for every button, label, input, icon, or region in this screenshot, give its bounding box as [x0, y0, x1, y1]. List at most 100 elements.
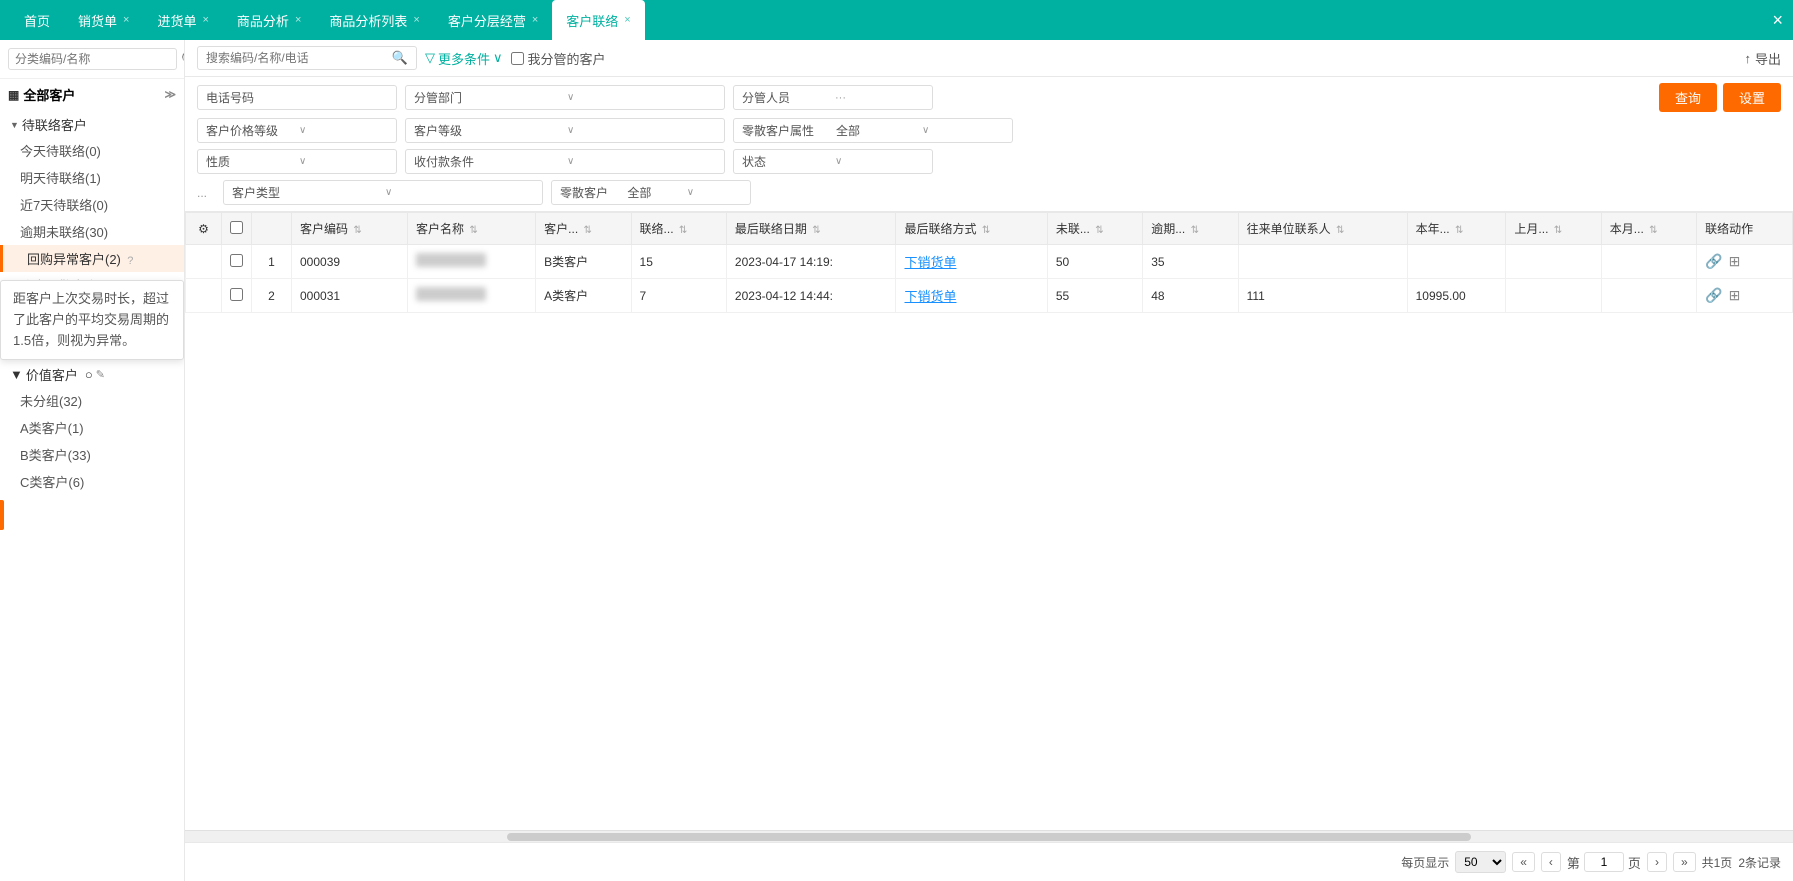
col-checkbox[interactable] [222, 213, 252, 245]
person-field[interactable]: 分管人员 ··· [733, 85, 933, 110]
row-last-month [1506, 279, 1601, 313]
per-page-select[interactable]: 50 20 100 [1455, 851, 1506, 873]
sidebar-all-customers[interactable]: ▦ 全部客户 ≫ [0, 79, 184, 110]
export-button[interactable]: ↑ 导出 [1744, 49, 1781, 68]
nav-home[interactable]: 首页 [10, 0, 64, 40]
gender-field[interactable]: 性质 ∨ [197, 149, 397, 174]
sidebar-search-button[interactable]: 🔍 [181, 51, 185, 68]
row-checkbox[interactable] [230, 254, 243, 267]
row-last-contact-method[interactable]: 下销货单 [896, 245, 1047, 279]
customer-type-field[interactable]: 客户类型 ∨ [223, 180, 543, 205]
page-number-input[interactable] [1584, 852, 1624, 872]
more-dots[interactable]: ... [197, 186, 207, 200]
triangle-icon: ▼ [10, 120, 19, 130]
value-settings-icon[interactable]: ○ [85, 367, 93, 382]
row-settings[interactable] [186, 279, 222, 313]
sidebar-search-bar: 🔍 [0, 40, 184, 79]
per-page-label: 每页显示 [1401, 854, 1449, 871]
nav-analysis[interactable]: 商品分析 × [223, 0, 315, 40]
status-field[interactable]: 状态 ∨ [733, 149, 933, 174]
customer-grade-arrow-icon: ∨ [567, 125, 716, 136]
nav-customer-tier[interactable]: 客户分层经营 × [434, 0, 552, 40]
sidebar-item-c-class[interactable]: C类客户(6) [0, 468, 184, 495]
filter-row-1: 电话号码 分管部门 ∨ 分管人员 ··· 查询 设置 [197, 83, 1781, 112]
first-page-button[interactable]: « [1512, 852, 1535, 872]
customer-grade-field[interactable]: 客户等级 ∨ [405, 118, 725, 143]
price-grade-field[interactable]: 客户价格等级 ∨ [197, 118, 397, 143]
grid-icon: ▦ [8, 88, 19, 102]
col-num [252, 213, 292, 245]
retail-attr-field[interactable]: 零散客户属性 全部 ∨ [733, 118, 1013, 143]
sidebar-item-a-class[interactable]: A类客户(1) [0, 414, 184, 441]
dept-field[interactable]: 分管部门 ∨ [405, 85, 725, 110]
filter-row-4: ... 客户类型 ∨ 零散客户 全部 ∨ [197, 180, 1781, 205]
close-customer-contact-tab[interactable]: × [624, 14, 630, 26]
row-last-contact-method[interactable]: 下销货单 [896, 279, 1047, 313]
row-not-contact: 55 [1047, 279, 1142, 313]
table-row: 2 000031 A类客户 7 2023-04-12 14:44: 下销货单 5… [186, 279, 1793, 313]
last-page-button[interactable]: » [1673, 852, 1696, 872]
filter-search-input[interactable] [206, 51, 388, 65]
col-settings[interactable]: ⚙ [186, 213, 222, 245]
sidebar-item-7days[interactable]: 近7天待联络(0) [0, 191, 184, 218]
retail-customer-field[interactable]: 零散客户 全部 ∨ [551, 180, 751, 205]
my-customers-checkbox[interactable] [511, 52, 524, 65]
sidebar-item-tomorrow[interactable]: 明天待联络(1) [0, 164, 184, 191]
window-close-button[interactable]: × [1772, 10, 1783, 31]
sidebar-item-repurchase-abnormal[interactable]: 回购异常客户(2) ? [0, 245, 184, 272]
scrollbar-thumb[interactable] [507, 833, 1472, 841]
close-purchase-tab[interactable]: × [202, 14, 208, 26]
row-overdue: 48 [1143, 279, 1238, 313]
repurchase-help-icon[interactable]: ? [127, 255, 133, 267]
sidebar-item-overdue[interactable]: 逾期未联络(30) [0, 218, 184, 245]
sidebar-item-unclassified[interactable]: 未分组(32) [0, 387, 184, 414]
filter-more-conditions[interactable]: ▽ 更多条件 ∨ [425, 49, 503, 68]
export-icon: ↑ [1744, 51, 1751, 66]
contact-method-link[interactable]: 下销货单 [904, 255, 956, 270]
row-not-contact: 50 [1047, 245, 1142, 279]
prev-page-button[interactable]: ‹ [1541, 852, 1561, 872]
data-table: ⚙ 客户编码 ⇅ 客户名称 ⇅ 客户... ⇅ 联络... ⇅ 最后联络日期 ⇅… [185, 212, 1793, 313]
nav-purchase[interactable]: 进货单 × [143, 0, 222, 40]
person-more-icon[interactable]: ··· [835, 92, 924, 104]
row-checkbox-cell[interactable] [222, 279, 252, 313]
sidebar-value-group[interactable]: ▼ 价值客户 ○ ✎ [0, 360, 184, 387]
action-grid-icon[interactable]: ⊞ [1729, 287, 1741, 304]
action-link-icon[interactable]: 🔗 [1705, 253, 1722, 270]
sidebar-pending-group[interactable]: ▼ 待联络客户 [0, 110, 184, 137]
payment-field[interactable]: 收付款条件 ∨ [405, 149, 725, 174]
close-sales-tab[interactable]: × [123, 14, 129, 26]
nav-sales[interactable]: 销货单 × [64, 0, 143, 40]
filter-icon: ▽ [425, 50, 435, 66]
sidebar-search-input[interactable] [8, 48, 177, 70]
row-checkbox-cell[interactable] [222, 245, 252, 279]
close-analysis-tab[interactable]: × [295, 14, 301, 26]
row-settings[interactable] [186, 245, 222, 279]
sidebar-item-today[interactable]: 今天待联络(0) [0, 137, 184, 164]
filter-search-icon[interactable]: 🔍 [392, 50, 408, 66]
close-analysis-list-tab[interactable]: × [413, 14, 419, 26]
row-contact: 7 [631, 279, 726, 313]
filter-search-box: 🔍 [197, 46, 417, 70]
action-grid-icon[interactable]: ⊞ [1729, 253, 1741, 270]
col-last-month: 上月... ⇅ [1506, 213, 1601, 245]
set-button[interactable]: 设置 [1723, 83, 1781, 112]
contact-method-link[interactable]: 下销货单 [904, 289, 956, 304]
action-link-icon[interactable]: 🔗 [1705, 287, 1722, 304]
sidebar-item-b-class[interactable]: B类客户(33) [0, 441, 184, 468]
next-page-button[interactable]: › [1647, 852, 1667, 872]
tooltip-box: 距客户上次交易时长，超过了此客户的平均交易周期的1.5倍，则视为异常。 [0, 280, 184, 360]
row-action: 🔗 ⊞ [1697, 245, 1793, 279]
col-overdue: 逾期... ⇅ [1143, 213, 1238, 245]
close-customer-tier-tab[interactable]: × [532, 14, 538, 26]
horizontal-scrollbar[interactable] [185, 830, 1793, 842]
query-button[interactable]: 查询 [1659, 83, 1717, 112]
nav-analysis-list[interactable]: 商品分析列表 × [315, 0, 433, 40]
collapse-icon[interactable]: ≫ [164, 88, 176, 101]
select-all-checkbox[interactable] [230, 221, 243, 234]
row-checkbox[interactable] [230, 288, 243, 301]
row-code: 000039 [292, 245, 408, 279]
value-edit-icon[interactable]: ✎ [96, 368, 105, 381]
nav-customer-contact[interactable]: 客户联络 × [552, 0, 644, 40]
phone-field[interactable]: 电话号码 [197, 85, 397, 110]
